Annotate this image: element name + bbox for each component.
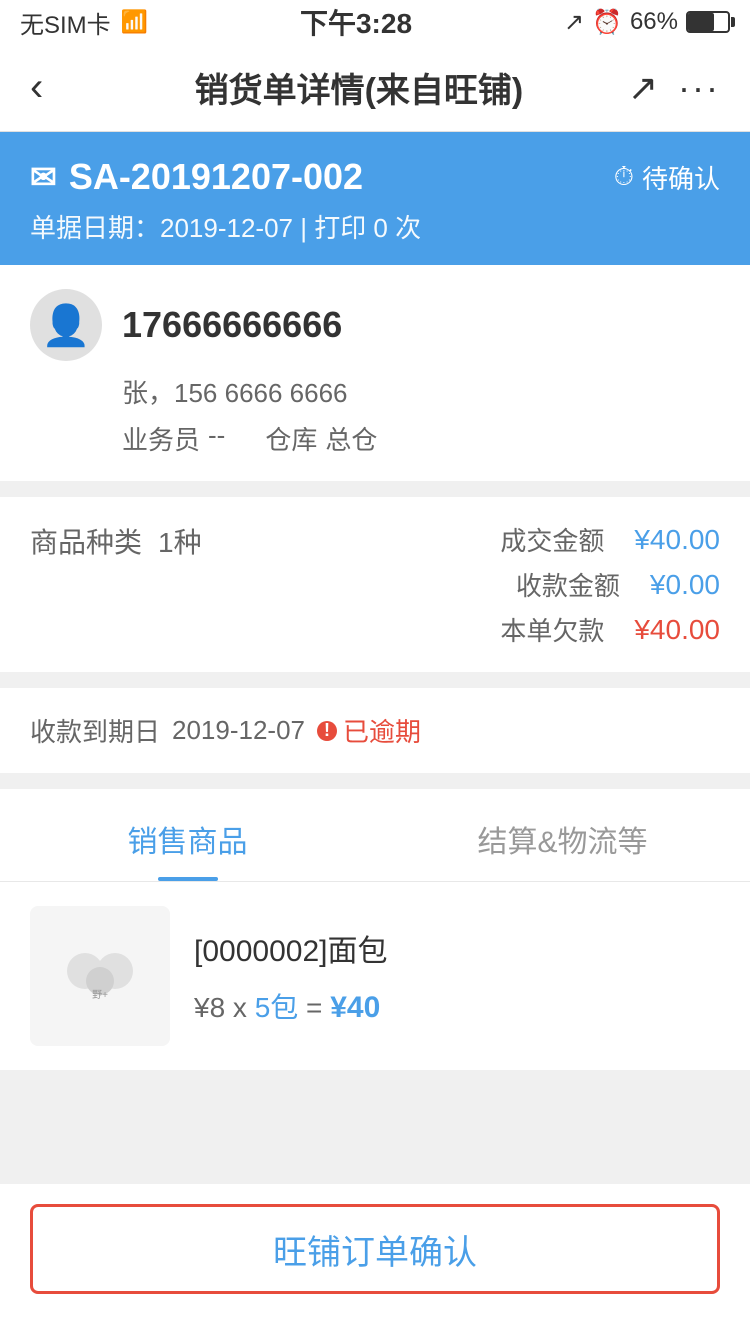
tab-settlement[interactable]: 结算&物流等 [375, 789, 750, 881]
customer-phone: 17666666666 [122, 304, 342, 346]
status-bar: 无SIM卡 📶 下午3:28 ↗ ⏰ 66% [0, 0, 750, 44]
confirm-button[interactable]: 旺铺订单确认 [30, 1204, 720, 1294]
product-logo-icon: 野+ [60, 946, 140, 1006]
overdue-text: 已逾期 [343, 712, 421, 749]
order-id: ✉ SA-20191207-002 [30, 156, 363, 198]
amount-value-0: ¥40.00 [634, 524, 720, 556]
amount-value-2: ¥40.00 [634, 614, 720, 646]
price-quantity: 5包 [255, 992, 299, 1023]
header-top: ✉ SA-20191207-002 ⏱ 待确认 [30, 156, 720, 198]
warehouse-value: 总仓 [325, 420, 377, 457]
tabs-section: 销售商品 结算&物流等 野+ [0000002]面包 ¥8 x 5包 = ¥40 [0, 789, 750, 1070]
avatar: 👤 [30, 289, 102, 361]
wifi-icon: 📶 [121, 9, 148, 35]
customer-meta: 业务员 -- 仓库 总仓 [30, 420, 720, 457]
amount-row-0: 成交金额 ¥40.00 [500, 521, 720, 558]
customer-name: 张，156 6666 6666 [30, 373, 720, 410]
warehouse-meta: 仓库 总仓 [265, 420, 377, 457]
alarm-icon: ⏰ [592, 8, 622, 37]
overdue-badge: ! 已逾期 [317, 712, 421, 749]
price-total: ¥40 [330, 991, 380, 1024]
price-base: ¥8 x [194, 992, 255, 1023]
salesman-value: -- [208, 420, 225, 457]
status-text: 待确认 [642, 159, 720, 196]
product-name: [0000002]面包 [194, 926, 720, 970]
page-title: 销货单详情(来自旺铺) [195, 63, 524, 112]
salesman-meta: 业务员 -- [122, 420, 225, 457]
order-status: ⏱ 待确认 [614, 159, 720, 196]
warehouse-label: 仓库 [265, 420, 317, 457]
nav-bar: ‹ 销货单详情(来自旺铺) ↗ ··· [0, 44, 750, 132]
product-item: 野+ [0000002]面包 ¥8 x 5包 = ¥40 [30, 906, 720, 1046]
amount-row-2: 本单欠款 ¥40.00 [500, 611, 720, 648]
avatar-icon: 👤 [41, 302, 91, 349]
amount-row-1: 收款金额 ¥0.00 [516, 566, 720, 603]
order-icon: ✉ [30, 158, 57, 196]
salesman-label: 业务员 [122, 420, 200, 457]
status-left: 无SIM卡 📶 [20, 5, 148, 40]
customer-row: 👤 17666666666 [30, 289, 720, 361]
more-button[interactable]: ··· [678, 67, 720, 109]
bottom-bar: 旺铺订单确认 [0, 1184, 750, 1334]
summary-left: 商品种类 1种 [30, 521, 202, 561]
tab-products[interactable]: 销售商品 [0, 789, 375, 881]
amount-label-1: 收款金额 [516, 566, 620, 603]
svg-text:野+: 野+ [92, 989, 108, 1001]
export-button[interactable]: ↗ [628, 67, 658, 109]
status-clock-icon: ⏱ [614, 161, 634, 193]
customer-section: 👤 17666666666 张，156 6666 6666 业务员 -- 仓库 … [0, 265, 750, 481]
due-section: 收款到期日 2019-12-07 ! 已逾期 [0, 688, 750, 773]
product-type-value: 1种 [158, 521, 202, 561]
order-id-text: SA-20191207-002 [69, 156, 363, 198]
product-thumbnail: 野+ [30, 906, 170, 1046]
summary-right: 成交金额 ¥40.00 收款金额 ¥0.00 本单欠款 ¥40.00 [500, 521, 720, 648]
tabs-header: 销售商品 结算&物流等 [0, 789, 750, 882]
amount-label-2: 本单欠款 [500, 611, 604, 648]
nav-actions: ↗ ··· [628, 67, 720, 109]
back-button[interactable]: ‹ [30, 65, 90, 110]
battery-icon [686, 11, 730, 33]
location-icon: ↗ [564, 8, 584, 37]
product-type-row: 商品种类 1种 [30, 521, 202, 561]
summary-section: 商品种类 1种 成交金额 ¥40.00 收款金额 ¥0.00 本单欠款 ¥40.… [0, 497, 750, 672]
product-type-label: 商品种类 [30, 521, 142, 561]
overdue-icon: ! [317, 721, 337, 741]
amount-label-0: 成交金额 [500, 521, 604, 558]
amount-value-1: ¥0.00 [650, 569, 720, 601]
time-label: 下午3:28 [300, 2, 412, 42]
due-date: 2019-12-07 [172, 715, 305, 746]
price-equals: = [298, 992, 330, 1023]
product-section: 野+ [0000002]面包 ¥8 x 5包 = ¥40 [0, 882, 750, 1070]
order-date: 单据日期：2019-12-07 | 打印 0 次 [30, 208, 720, 245]
product-info: [0000002]面包 ¥8 x 5包 = ¥40 [194, 926, 720, 1026]
due-label: 收款到期日 [30, 712, 160, 749]
header-card: ✉ SA-20191207-002 ⏱ 待确认 单据日期：2019-12-07 … [0, 132, 750, 265]
product-price: ¥8 x 5包 = ¥40 [194, 986, 720, 1026]
battery-percent: 66% [630, 8, 678, 36]
carrier-label: 无SIM卡 [20, 5, 111, 40]
status-right: ↗ ⏰ 66% [564, 8, 730, 37]
